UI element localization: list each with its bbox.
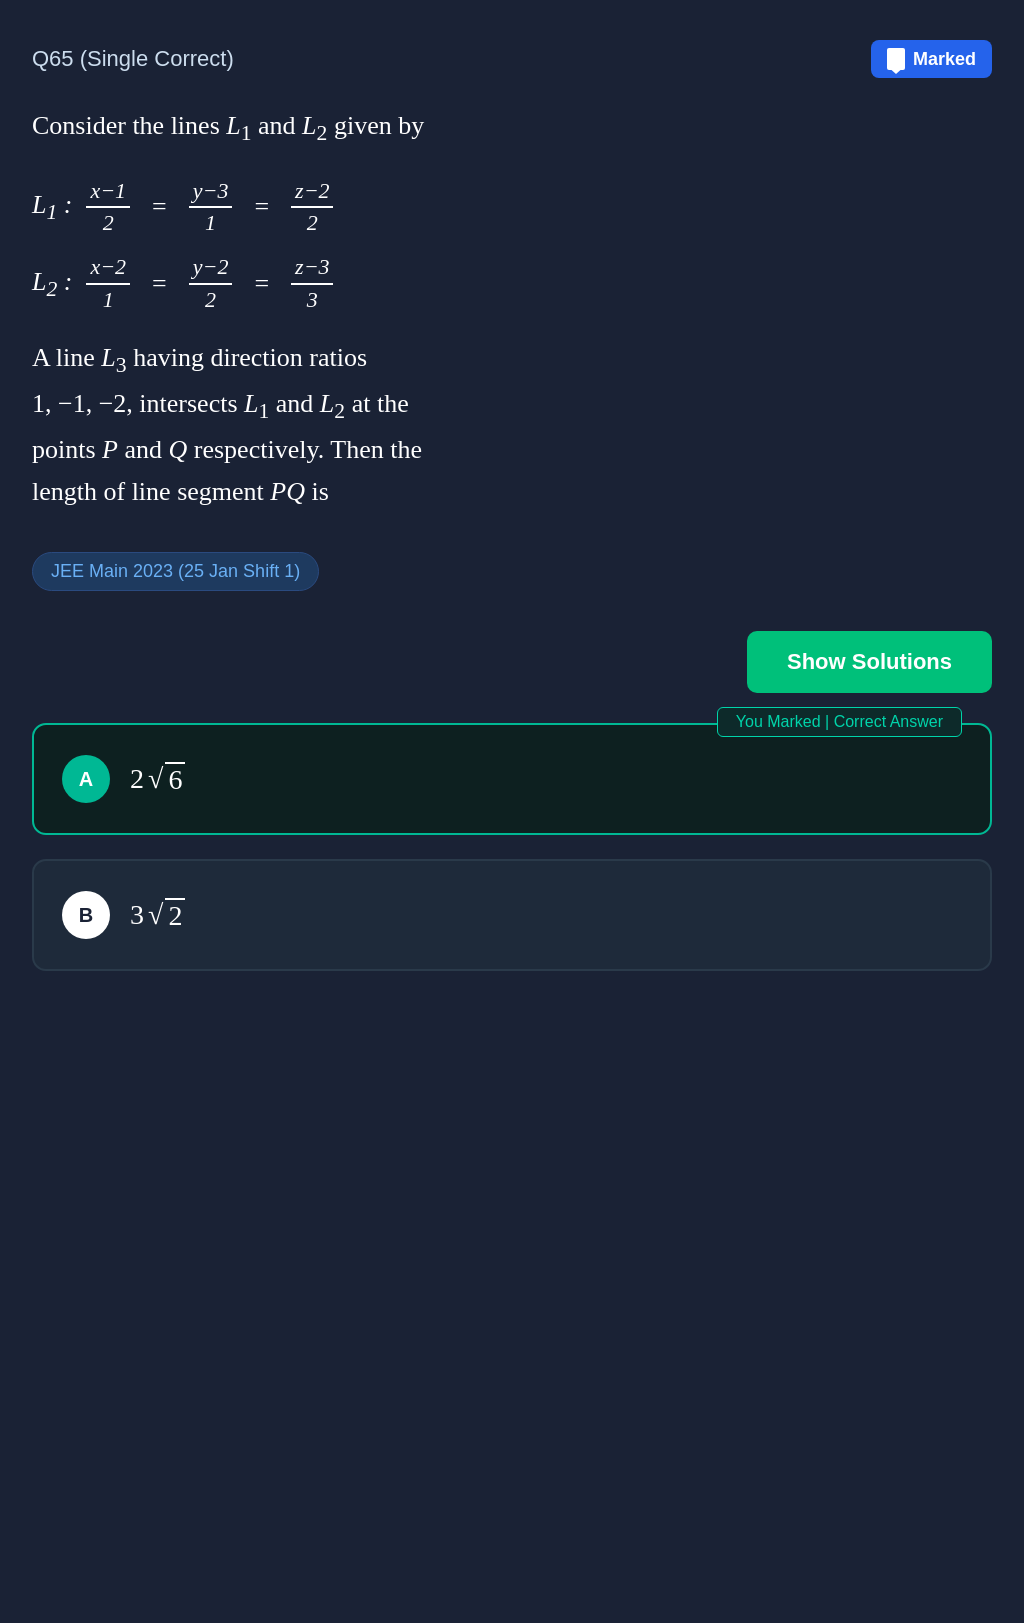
question-label: Q65 (Single Correct) [32,46,234,72]
question-header: Q65 (Single Correct) Marked [32,40,992,78]
answer-section: You Marked | Correct Answer A 2 √6 B 3 √… [32,723,992,971]
option-a[interactable]: A 2 √6 [32,723,992,835]
option-a-circle: A [62,755,110,803]
question-intro: Consider the lines L1 and L2 given by [32,106,992,150]
correct-answer-label: You Marked | Correct Answer [717,707,962,737]
option-b[interactable]: B 3 √2 [32,859,992,971]
sqrt-2: √2 [148,898,185,932]
option-b-circle: B [62,891,110,939]
line2-equation: L2 : x−2 1 = y−2 2 = z−3 3 [32,254,992,313]
marked-badge: Marked [871,40,992,78]
option-a-text: 2 √6 [130,762,185,796]
marked-label: Marked [913,49,976,70]
show-solutions-button[interactable]: Show Solutions [747,631,992,693]
exam-tag: JEE Main 2023 (25 Jan Shift 1) [32,552,319,591]
line1-equation: L1 : x−1 2 = y−3 1 = z−2 2 [32,178,992,237]
question-description: A line L3 having direction ratios 1, −1,… [32,337,992,512]
option-b-text: 3 √2 [130,898,185,932]
sqrt-6: √6 [148,762,185,796]
bookmark-icon [887,48,905,70]
